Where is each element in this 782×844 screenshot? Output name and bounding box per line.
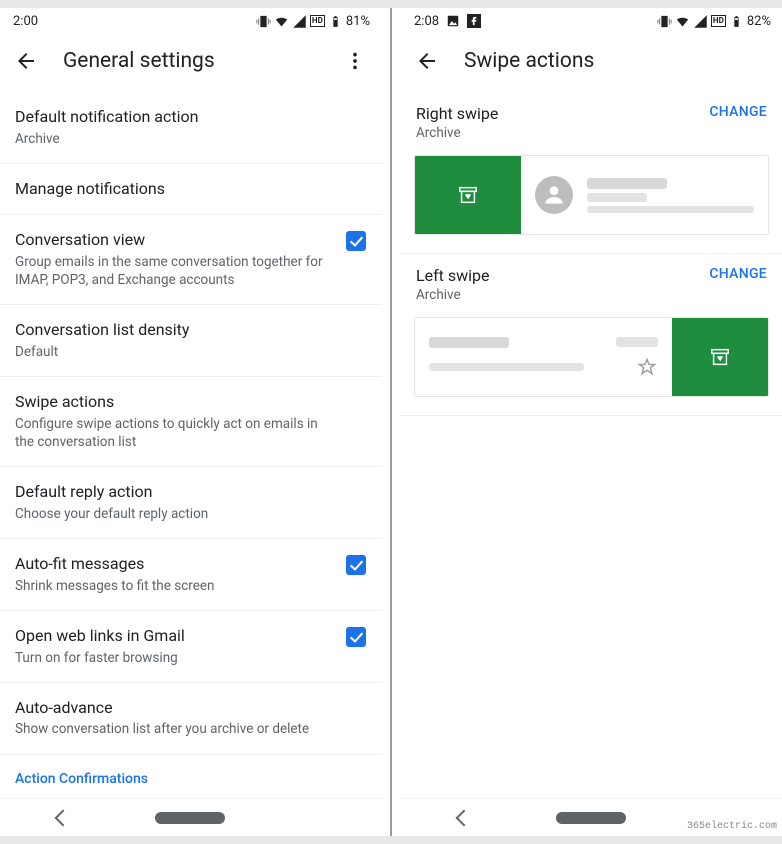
phone-divider (390, 8, 392, 836)
right-swipe-preview (414, 155, 769, 235)
item-title: Auto-advance (15, 697, 366, 719)
status-bar: 2:00 HD 81% (0, 8, 382, 32)
item-title: Default notification action (15, 106, 366, 128)
back-button[interactable] (9, 44, 43, 78)
vibrate-icon (256, 14, 271, 29)
item-auto-fit-messages[interactable]: Auto-fit messages Shrink messages to fit… (0, 539, 382, 611)
facebook-icon (466, 14, 481, 29)
nav-back-button[interactable] (54, 809, 71, 826)
item-conversation-view[interactable]: Conversation view Group emails in the sa… (0, 215, 382, 305)
status-battery-pct: 82% (747, 14, 771, 29)
left-swipe-title: Left swipe (416, 266, 490, 285)
left-swipe-section: Left swipe Archive CHANGE (400, 254, 782, 416)
item-manage-notifications[interactable]: Manage notifications (0, 164, 382, 216)
app-bar: General settings (0, 32, 382, 92)
avatar-icon (535, 176, 573, 214)
checkbox-conversation-view[interactable] (346, 231, 366, 251)
archive-icon (672, 318, 768, 396)
left-swipe-change-button[interactable]: CHANGE (709, 266, 767, 282)
item-conversation-list-density[interactable]: Conversation list density Default (0, 305, 382, 377)
hd-icon: HD (310, 15, 325, 27)
item-sub: Default (15, 343, 335, 361)
page-title: General settings (63, 49, 318, 73)
page-title: Swipe actions (464, 49, 773, 73)
swipe-list: Right swipe Archive CHANGE (400, 92, 782, 798)
status-bar: 2:08 HD (400, 8, 782, 32)
nav-back-button[interactable] (455, 809, 472, 826)
vibrate-icon (657, 14, 672, 29)
wifi-icon (274, 14, 289, 29)
phone-general-settings: 2:00 HD 81% (0, 8, 382, 836)
star-icon (636, 356, 658, 378)
item-auto-advance[interactable]: Auto-advance Show conversation list afte… (0, 683, 382, 755)
nav-home-pill[interactable] (155, 812, 225, 824)
skeleton-content (587, 174, 754, 217)
status-icons: HD 81% (256, 14, 370, 29)
item-sub: Archive (15, 130, 335, 148)
item-sub: Shrink messages to fit the screen (15, 577, 332, 595)
settings-list: Default notification action Archive Mana… (0, 92, 382, 798)
item-title: Swipe actions (15, 391, 366, 413)
status-time: 2:08 (414, 14, 439, 29)
signal-icon (693, 14, 708, 29)
right-swipe-title: Right swipe (416, 104, 498, 123)
signal-icon (292, 14, 307, 29)
left-swipe-sub: Archive (416, 287, 490, 303)
section-action-confirmations: Action Confirmations (0, 755, 382, 795)
item-sub: Configure swipe actions to quickly act o… (15, 415, 335, 451)
item-default-reply-action[interactable]: Default reply action Choose your default… (0, 467, 382, 539)
item-sub: Turn on for faster browsing (15, 649, 332, 667)
item-title: Auto-fit messages (15, 553, 332, 575)
back-button[interactable] (410, 44, 444, 78)
nav-home-pill[interactable] (556, 812, 626, 824)
navbar (0, 798, 382, 836)
image-icon (445, 14, 460, 29)
item-sub: Group emails in the same conversation to… (15, 253, 332, 289)
item-swipe-actions[interactable]: Swipe actions Configure swipe actions to… (0, 377, 382, 467)
checkbox-web-links[interactable] (346, 627, 366, 647)
watermark: 365electric.com (687, 821, 777, 832)
right-swipe-sub: Archive (416, 125, 498, 141)
app-bar: Swipe actions (400, 32, 782, 92)
item-sub: Choose your default reply action (15, 505, 335, 523)
item-title: Manage notifications (15, 178, 366, 200)
archive-icon (415, 156, 521, 234)
battery-icon (729, 14, 744, 29)
status-battery-pct: 81% (346, 14, 370, 29)
item-default-notification-action[interactable]: Default notification action Archive (0, 92, 382, 164)
overflow-menu-button[interactable] (338, 44, 372, 78)
hd-icon: HD (711, 15, 726, 27)
item-title: Default reply action (15, 481, 366, 503)
item-sub: Show conversation list after you archive… (15, 720, 335, 738)
item-title: Open web links in Gmail (15, 625, 332, 647)
right-swipe-change-button[interactable]: CHANGE (709, 104, 767, 120)
phone-swipe-actions: 2:08 HD (400, 8, 782, 836)
left-swipe-preview (414, 317, 769, 397)
battery-icon (328, 14, 343, 29)
item-title: Conversation list density (15, 319, 366, 341)
status-icons: HD 82% (657, 14, 771, 29)
right-swipe-section: Right swipe Archive CHANGE (400, 92, 782, 254)
item-title: Conversation view (15, 229, 332, 251)
checkbox-auto-fit[interactable] (346, 555, 366, 575)
item-open-web-links[interactable]: Open web links in Gmail Turn on for fast… (0, 611, 382, 683)
wifi-icon (675, 14, 690, 29)
status-time: 2:00 (13, 14, 38, 29)
